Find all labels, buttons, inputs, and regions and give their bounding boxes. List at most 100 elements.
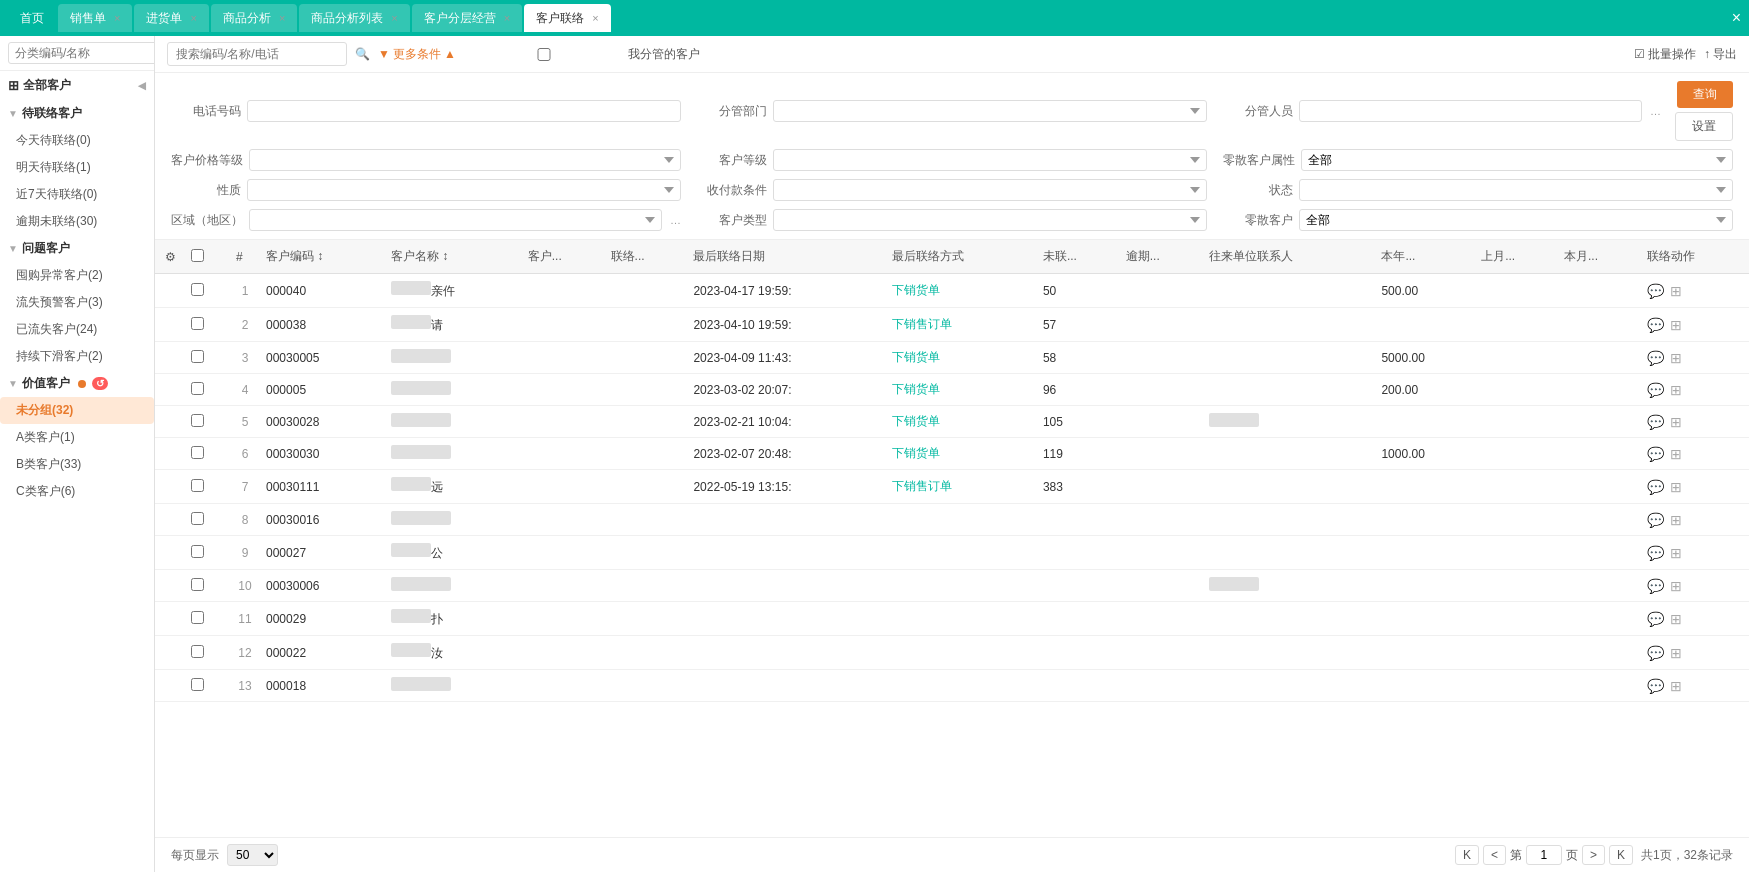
message-action-icon[interactable]: 💬	[1647, 350, 1664, 366]
tab-product-analysis-list[interactable]: 商品分析列表 ×	[299, 4, 409, 32]
sidebar-item-class-a[interactable]: A类客户(1)	[0, 424, 154, 451]
row-checkbox[interactable]	[185, 374, 230, 406]
select-all-checkbox[interactable]	[191, 249, 204, 262]
last-page-btn[interactable]: K	[1609, 845, 1633, 865]
sidebar-item-overdue[interactable]: 逾期未联络(30)	[0, 208, 154, 235]
close-icon[interactable]: ×	[391, 12, 397, 24]
filter-select-nature[interactable]	[247, 179, 681, 201]
message-action-icon[interactable]: 💬	[1647, 317, 1664, 333]
sidebar-item-class-b[interactable]: B类客户(33)	[0, 451, 154, 478]
filter-select-customer-type[interactable]	[773, 209, 1207, 231]
row-checkbox-input[interactable]	[191, 283, 204, 296]
row-checkbox[interactable]	[185, 342, 230, 374]
more-action-icon[interactable]: ⊞	[1670, 283, 1682, 299]
first-page-btn[interactable]: K	[1455, 845, 1479, 865]
row-last-contact-method[interactable]	[886, 536, 1037, 570]
row-last-contact-method[interactable]	[886, 670, 1037, 702]
sidebar-item-churned[interactable]: 已流失客户(24)	[0, 316, 154, 343]
type-col-header[interactable]: 客户...	[522, 240, 605, 274]
close-icon[interactable]: ×	[190, 12, 196, 24]
contact-col-header[interactable]: 联络...	[605, 240, 688, 274]
row-last-contact-method[interactable]: 下销货单	[886, 438, 1037, 470]
row-last-contact-method[interactable]	[886, 504, 1037, 536]
message-action-icon[interactable]: 💬	[1647, 578, 1664, 594]
message-action-icon[interactable]: 💬	[1647, 678, 1664, 694]
close-icon[interactable]: ×	[592, 12, 598, 24]
contact-method-link[interactable]: 下销售订单	[892, 317, 952, 331]
more-action-icon[interactable]: ⊞	[1670, 446, 1682, 462]
my-customers-checkbox-label[interactable]: 我分管的客户	[464, 46, 700, 63]
sidebar-section-value[interactable]: ▼ 价值客户 ↺	[0, 370, 154, 397]
last-contact-method-col-header[interactable]: 最后联络方式	[886, 240, 1037, 274]
row-last-contact-method[interactable]: 下销货单	[886, 274, 1037, 308]
tab-home[interactable]: 首页	[8, 4, 56, 32]
row-checkbox-input[interactable]	[191, 545, 204, 558]
row-checkbox-input[interactable]	[191, 578, 204, 591]
message-action-icon[interactable]: 💬	[1647, 414, 1664, 430]
more-action-icon[interactable]: ⊞	[1670, 350, 1682, 366]
row-checkbox-input[interactable]	[191, 350, 204, 363]
reset-button[interactable]: 设置	[1675, 112, 1733, 141]
region-more-icon[interactable]: …	[670, 214, 681, 226]
filter-select-price-level[interactable]	[249, 149, 681, 171]
sidebar-item-7days[interactable]: 近7天待联络(0)	[0, 181, 154, 208]
more-action-icon[interactable]: ⊞	[1670, 578, 1682, 594]
sidebar-item-churn-risk[interactable]: 流失预警客户(3)	[0, 289, 154, 316]
message-action-icon[interactable]: 💬	[1647, 479, 1664, 495]
contact-method-link[interactable]: 下销货单	[892, 283, 940, 297]
row-checkbox[interactable]	[185, 406, 230, 438]
tab-purchase[interactable]: 进货单 ×	[134, 4, 208, 32]
row-last-contact-method[interactable]: 下销货单	[886, 342, 1037, 374]
sidebar-all-customers[interactable]: ⊞ 全部客户 ◀	[0, 71, 154, 100]
window-close-icon[interactable]: ×	[1732, 9, 1741, 27]
sidebar-item-abnormal[interactable]: 囤购异常客户(2)	[0, 262, 154, 289]
checkbox-col-header[interactable]	[185, 240, 230, 274]
more-action-icon[interactable]: ⊞	[1670, 382, 1682, 398]
more-action-icon[interactable]: ⊞	[1670, 317, 1682, 333]
sidebar-section-problem[interactable]: ▼ 问题客户	[0, 235, 154, 262]
row-checkbox-input[interactable]	[191, 645, 204, 658]
row-last-contact-method[interactable]: 下销售订单	[886, 308, 1037, 342]
row-last-contact-method[interactable]: 下销售订单	[886, 470, 1037, 504]
row-last-contact-method[interactable]: 下销货单	[886, 406, 1037, 438]
sidebar-item-declining[interactable]: 持续下滑客户(2)	[0, 343, 154, 370]
overdue-col-header[interactable]: 逾期...	[1120, 240, 1203, 274]
this-month-col-header[interactable]: 本月...	[1558, 240, 1641, 274]
more-conditions-btn[interactable]: ▼ 更多条件 ▲	[378, 46, 456, 63]
message-action-icon[interactable]: 💬	[1647, 545, 1664, 561]
unit-contact-col-header[interactable]: 往来单位联系人	[1203, 240, 1376, 274]
search-input[interactable]	[167, 42, 347, 66]
export-btn[interactable]: ↑ 导出	[1704, 46, 1737, 63]
more-action-icon[interactable]: ⊞	[1670, 512, 1682, 528]
tab-customer-contact[interactable]: 客户联络 ×	[524, 4, 610, 32]
row-checkbox[interactable]	[185, 602, 230, 636]
row-checkbox-input[interactable]	[191, 382, 204, 395]
row-checkbox[interactable]	[185, 470, 230, 504]
row-checkbox-input[interactable]	[191, 317, 204, 330]
row-checkbox-input[interactable]	[191, 512, 204, 525]
name-col-header[interactable]: 客户名称 ↕	[385, 240, 522, 274]
message-action-icon[interactable]: 💬	[1647, 382, 1664, 398]
row-checkbox[interactable]	[185, 504, 230, 536]
last-contact-date-col-header[interactable]: 最后联络日期	[687, 240, 885, 274]
last-month-col-header[interactable]: 上月...	[1475, 240, 1558, 274]
contact-method-link[interactable]: 下销货单	[892, 350, 940, 364]
message-action-icon[interactable]: 💬	[1647, 283, 1664, 299]
batch-ops-btn[interactable]: ☑ 批量操作	[1634, 46, 1696, 63]
row-checkbox[interactable]	[185, 536, 230, 570]
this-year-col-header[interactable]: 本年...	[1375, 240, 1475, 274]
filter-select-status[interactable]	[1299, 179, 1733, 201]
row-checkbox[interactable]	[185, 636, 230, 670]
row-checkbox-input[interactable]	[191, 446, 204, 459]
page-size-select[interactable]: 50 100	[227, 844, 278, 866]
row-checkbox[interactable]	[185, 308, 230, 342]
prev-page-btn[interactable]: <	[1483, 845, 1506, 865]
message-action-icon[interactable]: 💬	[1647, 645, 1664, 661]
contact-method-link[interactable]: 下销货单	[892, 382, 940, 396]
contact-method-link[interactable]: 下销货单	[892, 446, 940, 460]
more-action-icon[interactable]: ⊞	[1670, 611, 1682, 627]
settings-col-header[interactable]: ⚙	[155, 240, 185, 274]
search-button[interactable]: 查询	[1677, 81, 1733, 108]
row-last-contact-method[interactable]	[886, 570, 1037, 602]
no-contact-col-header[interactable]: 未联...	[1037, 240, 1120, 274]
